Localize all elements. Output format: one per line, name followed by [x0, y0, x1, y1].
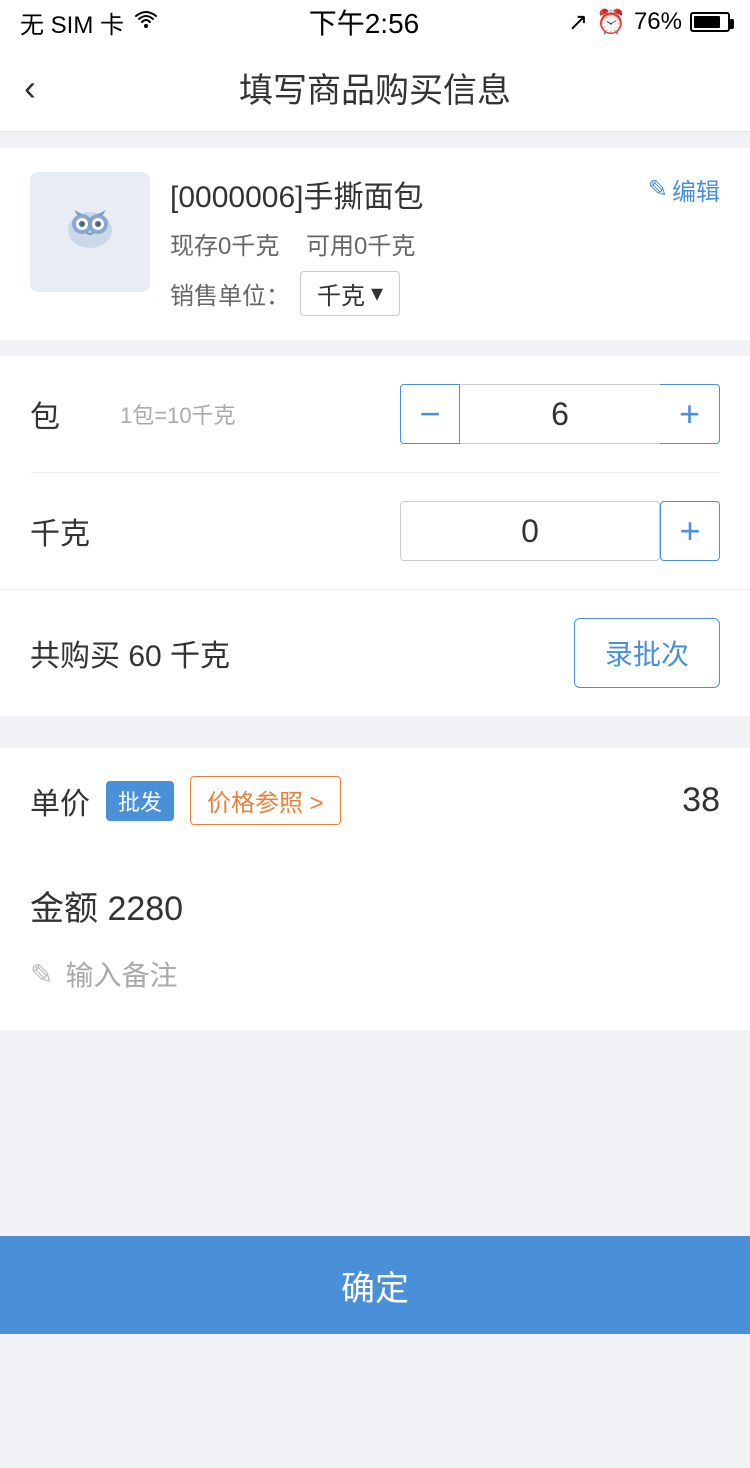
price-label: 单价 [30, 779, 90, 823]
qty-input-kg[interactable] [400, 501, 660, 561]
increment-kg-button[interactable]: + [660, 501, 720, 561]
back-button[interactable]: ‹ [24, 67, 36, 109]
product-thumbnail [30, 172, 150, 292]
battery-percent: 76% [634, 8, 682, 36]
price-value: 38 [682, 781, 720, 820]
unit-value: 千克 [317, 276, 365, 311]
location-icon: ↗ [568, 8, 588, 37]
page-title: 填写商品购买信息 [239, 63, 511, 112]
note-row: ✎ 输入备注 [30, 946, 720, 1002]
price-ref-button[interactable]: 价格参照 > [190, 776, 341, 825]
status-bar: 无 SIM 卡 下午2:56 ↗ ⏰ 76% [0, 0, 750, 44]
decrement-bag-button[interactable]: − [400, 384, 460, 444]
batch-button[interactable]: 录批次 [574, 618, 720, 688]
note-icon: ✎ [30, 958, 53, 991]
product-info: [0000006]手撕面包 现存0千克 可用0千克 销售单位： 千克 ▾ [170, 172, 720, 316]
price-tag: 批发 [106, 781, 174, 821]
quantity-row-kg: 千克 + [30, 473, 720, 589]
carrier-text: 无 SIM 卡 [20, 5, 124, 40]
price-ref-label: 价格参照 > [207, 783, 324, 818]
amount-area: 金额 2280 ✎ 输入备注 [0, 853, 750, 1030]
alarm-icon: ⏰ [596, 8, 626, 37]
mid-divider-2 [0, 716, 750, 732]
qty-hint-bag: 1包=10千克 [120, 398, 400, 430]
product-unit: 销售单位： 千克 ▾ [170, 271, 720, 316]
product-name: [0000006]手撕面包 [170, 172, 720, 216]
edit-icon: ✎ [648, 175, 668, 204]
wifi-icon [132, 8, 160, 36]
confirm-bar[interactable]: 确定 [0, 1236, 750, 1334]
status-left: 无 SIM 卡 [20, 5, 160, 40]
confirm-button[interactable]: 确定 [341, 1261, 409, 1310]
edit-label: 编辑 [672, 172, 720, 207]
note-placeholder[interactable]: 输入备注 [65, 954, 177, 994]
increment-bag-button[interactable]: + [660, 384, 720, 444]
quantity-section: 包 1包=10千克 − + 千克 + [0, 356, 750, 589]
product-icon [60, 202, 120, 262]
unit-select[interactable]: 千克 ▾ [300, 271, 400, 316]
stock-text: 现存0千克 [170, 233, 279, 260]
available-text: 可用0千克 [306, 233, 415, 260]
summary-text: 共购买 60 千克 [30, 631, 230, 675]
qty-controls-kg: + [400, 501, 720, 561]
battery-icon [690, 12, 730, 32]
mid-divider-1 [0, 340, 750, 356]
price-section: 单价 批发 价格参照 > 38 [0, 748, 750, 853]
qty-label-kg: 千克 [30, 509, 110, 553]
product-stock: 现存0千克 可用0千克 [170, 226, 720, 261]
amount-label: 金额 2280 [30, 881, 720, 930]
status-right: ↗ ⏰ 76% [568, 8, 730, 37]
amount-card: 金额 2280 ✎ 输入备注 [0, 853, 750, 1030]
status-time: 下午2:56 [309, 2, 420, 42]
quantity-row-bag: 包 1包=10千克 − + [30, 356, 720, 473]
qty-label-bag: 包 [30, 392, 110, 436]
nav-bar: ‹ 填写商品购买信息 [0, 44, 750, 132]
unit-label: 销售单位： [170, 276, 290, 311]
price-row: 单价 批发 价格参照 > 38 [30, 776, 720, 825]
summary-row: 共购买 60 千克 录批次 [0, 589, 750, 716]
product-card: [0000006]手撕面包 现存0千克 可用0千克 销售单位： 千克 ▾ ✎ 编… [0, 148, 750, 340]
edit-button[interactable]: ✎ 编辑 [648, 172, 720, 207]
qty-input-bag[interactable] [460, 384, 660, 444]
top-divider [0, 132, 750, 148]
qty-controls-bag: − + [400, 384, 720, 444]
unit-dropdown-icon: ▾ [371, 279, 383, 308]
